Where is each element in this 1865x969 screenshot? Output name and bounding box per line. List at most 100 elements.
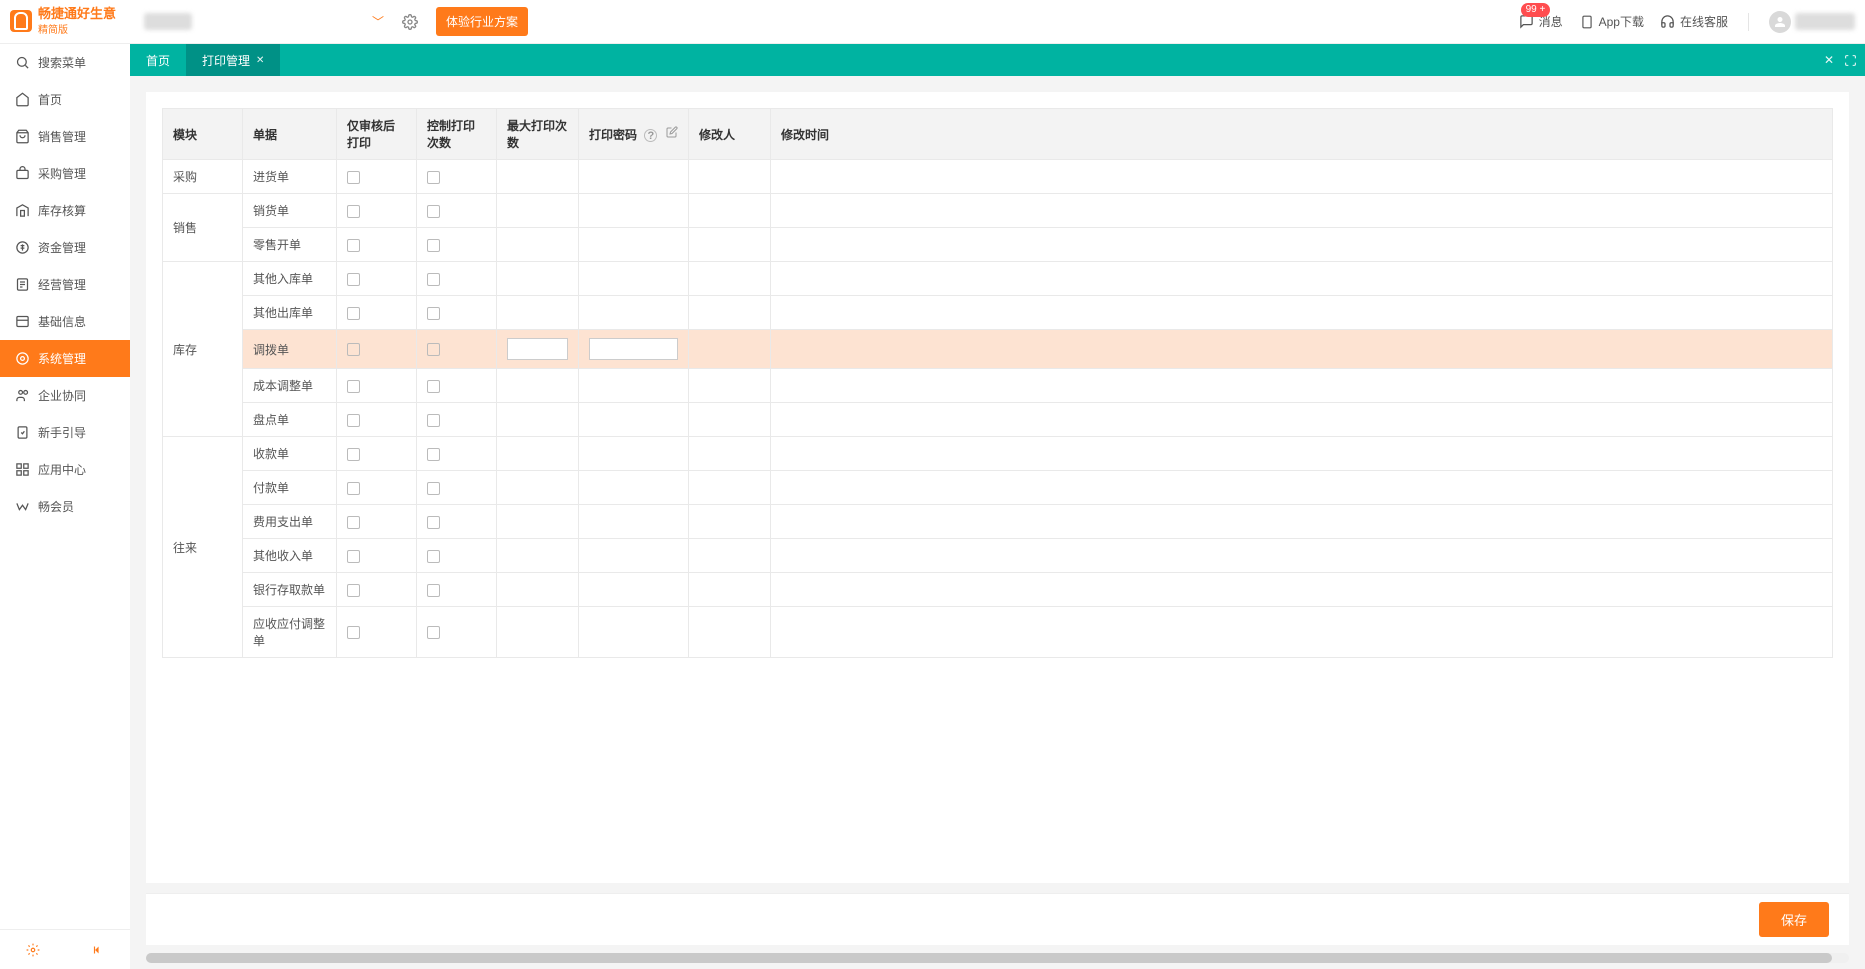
cell-doc: 付款单 [243, 471, 337, 505]
audit-checkbox[interactable] [347, 205, 360, 218]
org-selector[interactable]: ﹀ [144, 13, 384, 30]
ctrl-count-checkbox[interactable] [427, 550, 440, 563]
cell-pwd [579, 403, 689, 437]
cell-ctrl [417, 505, 497, 539]
ctrl-count-checkbox[interactable] [427, 171, 440, 184]
audit-checkbox[interactable] [347, 239, 360, 252]
cell-modify-time [771, 262, 1833, 296]
edit-icon[interactable] [666, 126, 678, 138]
th-password: 打印密码 ? [579, 109, 689, 160]
online-service-button[interactable]: 在线客服 [1660, 13, 1728, 30]
password-input[interactable] [589, 338, 678, 360]
cell-max [497, 160, 579, 194]
cell-modifier [689, 403, 771, 437]
cell-modifier [689, 539, 771, 573]
cell-max [497, 262, 579, 296]
table-row: 其他出库单 [163, 296, 1833, 330]
sidebar-item-stock[interactable]: 库存核算 [0, 192, 130, 229]
audit-checkbox[interactable] [347, 171, 360, 184]
sidebar-item-home[interactable]: 首页 [0, 81, 130, 118]
ctrl-count-checkbox[interactable] [427, 307, 440, 320]
sidebar-item-purchase[interactable]: 采购管理 [0, 155, 130, 192]
ctrl-count-checkbox[interactable] [427, 482, 440, 495]
tab-home[interactable]: 首页 [130, 44, 186, 76]
sidebar-item-sales[interactable]: 销售管理 [0, 118, 130, 155]
cell-doc: 销货单 [243, 194, 337, 228]
audit-checkbox[interactable] [347, 273, 360, 286]
audit-checkbox[interactable] [347, 448, 360, 461]
ctrl-count-checkbox[interactable] [427, 626, 440, 639]
max-count-input[interactable] [507, 338, 568, 360]
sidebar-item-base[interactable]: 基础信息 [0, 303, 130, 340]
audit-checkbox[interactable] [347, 307, 360, 320]
cell-ctrl [417, 262, 497, 296]
audit-checkbox[interactable] [347, 380, 360, 393]
close-icon[interactable]: ✕ [256, 55, 264, 66]
settings-icon[interactable] [26, 943, 40, 957]
collapse-icon[interactable] [91, 943, 105, 957]
ctrl-count-checkbox[interactable] [427, 584, 440, 597]
ctrl-count-checkbox[interactable] [427, 448, 440, 461]
sidebar-item-operate[interactable]: 经营管理 [0, 266, 130, 303]
cell-audit [337, 160, 417, 194]
sidebar-item-search[interactable]: 搜索菜单 [0, 44, 130, 81]
settings-icon[interactable] [402, 14, 418, 30]
app-download-button[interactable]: App下载 [1579, 13, 1644, 30]
sidebar-item-label: 资金管理 [38, 239, 86, 256]
cell-ctrl [417, 369, 497, 403]
online-service-label: 在线客服 [1680, 13, 1728, 30]
tab-print-manage[interactable]: 打印管理 ✕ [186, 44, 280, 76]
audit-checkbox[interactable] [347, 550, 360, 563]
experience-button[interactable]: 体验行业方案 [436, 7, 528, 36]
table-row: 付款单 [163, 471, 1833, 505]
ctrl-count-checkbox[interactable] [427, 516, 440, 529]
audit-checkbox[interactable] [347, 626, 360, 639]
system-icon [14, 351, 30, 367]
sidebar-item-system[interactable]: 系统管理 [0, 340, 130, 377]
sidebar-item-collab[interactable]: 企业协同 [0, 377, 130, 414]
headset-icon [1660, 14, 1676, 30]
audit-checkbox[interactable] [347, 584, 360, 597]
messages-badge: 99 + [1521, 3, 1551, 17]
cell-audit [337, 607, 417, 658]
sidebar-item-fund[interactable]: 资金管理 [0, 229, 130, 266]
help-icon[interactable]: ? [644, 129, 657, 142]
cell-doc: 其他收入单 [243, 539, 337, 573]
cell-pwd [579, 228, 689, 262]
user-menu[interactable] [1769, 11, 1855, 33]
brand-logo: 畅捷通好生意 精简版 [10, 7, 130, 36]
cell-audit [337, 262, 417, 296]
audit-checkbox[interactable] [347, 482, 360, 495]
cell-pwd [579, 369, 689, 403]
ctrl-count-checkbox[interactable] [427, 343, 440, 356]
messages-button[interactable]: 99 + 消息 [1519, 13, 1563, 30]
save-button[interactable]: 保存 [1759, 902, 1829, 937]
th-audit-only: 仅审核后打印 [337, 109, 417, 160]
ctrl-count-checkbox[interactable] [427, 205, 440, 218]
ctrl-count-checkbox[interactable] [427, 239, 440, 252]
sidebar-item-guide[interactable]: 新手引导 [0, 414, 130, 451]
cell-audit [337, 369, 417, 403]
horizontal-scrollbar[interactable] [146, 953, 1849, 963]
sidebar-item-label: 经营管理 [38, 276, 86, 293]
audit-checkbox[interactable] [347, 343, 360, 356]
ctrl-count-checkbox[interactable] [427, 414, 440, 427]
cell-doc: 银行存取款单 [243, 573, 337, 607]
fullscreen-icon[interactable] [1844, 54, 1857, 67]
table-row: 成本调整单 [163, 369, 1833, 403]
audit-checkbox[interactable] [347, 414, 360, 427]
cell-modify-time [771, 539, 1833, 573]
ctrl-count-checkbox[interactable] [427, 380, 440, 393]
cell-pwd [579, 505, 689, 539]
close-all-icon[interactable]: ✕ [1824, 53, 1834, 67]
ctrl-count-checkbox[interactable] [427, 273, 440, 286]
sidebar-item-member[interactable]: 畅会员 [0, 488, 130, 525]
audit-checkbox[interactable] [347, 516, 360, 529]
scrollbar-thumb[interactable] [146, 953, 1832, 963]
th-doc: 单据 [243, 109, 337, 160]
sidebar-item-appcenter[interactable]: 应用中心 [0, 451, 130, 488]
cell-doc: 应收应付调整单 [243, 607, 337, 658]
sales-icon [14, 129, 30, 145]
th-modify-time: 修改时间 [771, 109, 1833, 160]
table-row: 盘点单 [163, 403, 1833, 437]
